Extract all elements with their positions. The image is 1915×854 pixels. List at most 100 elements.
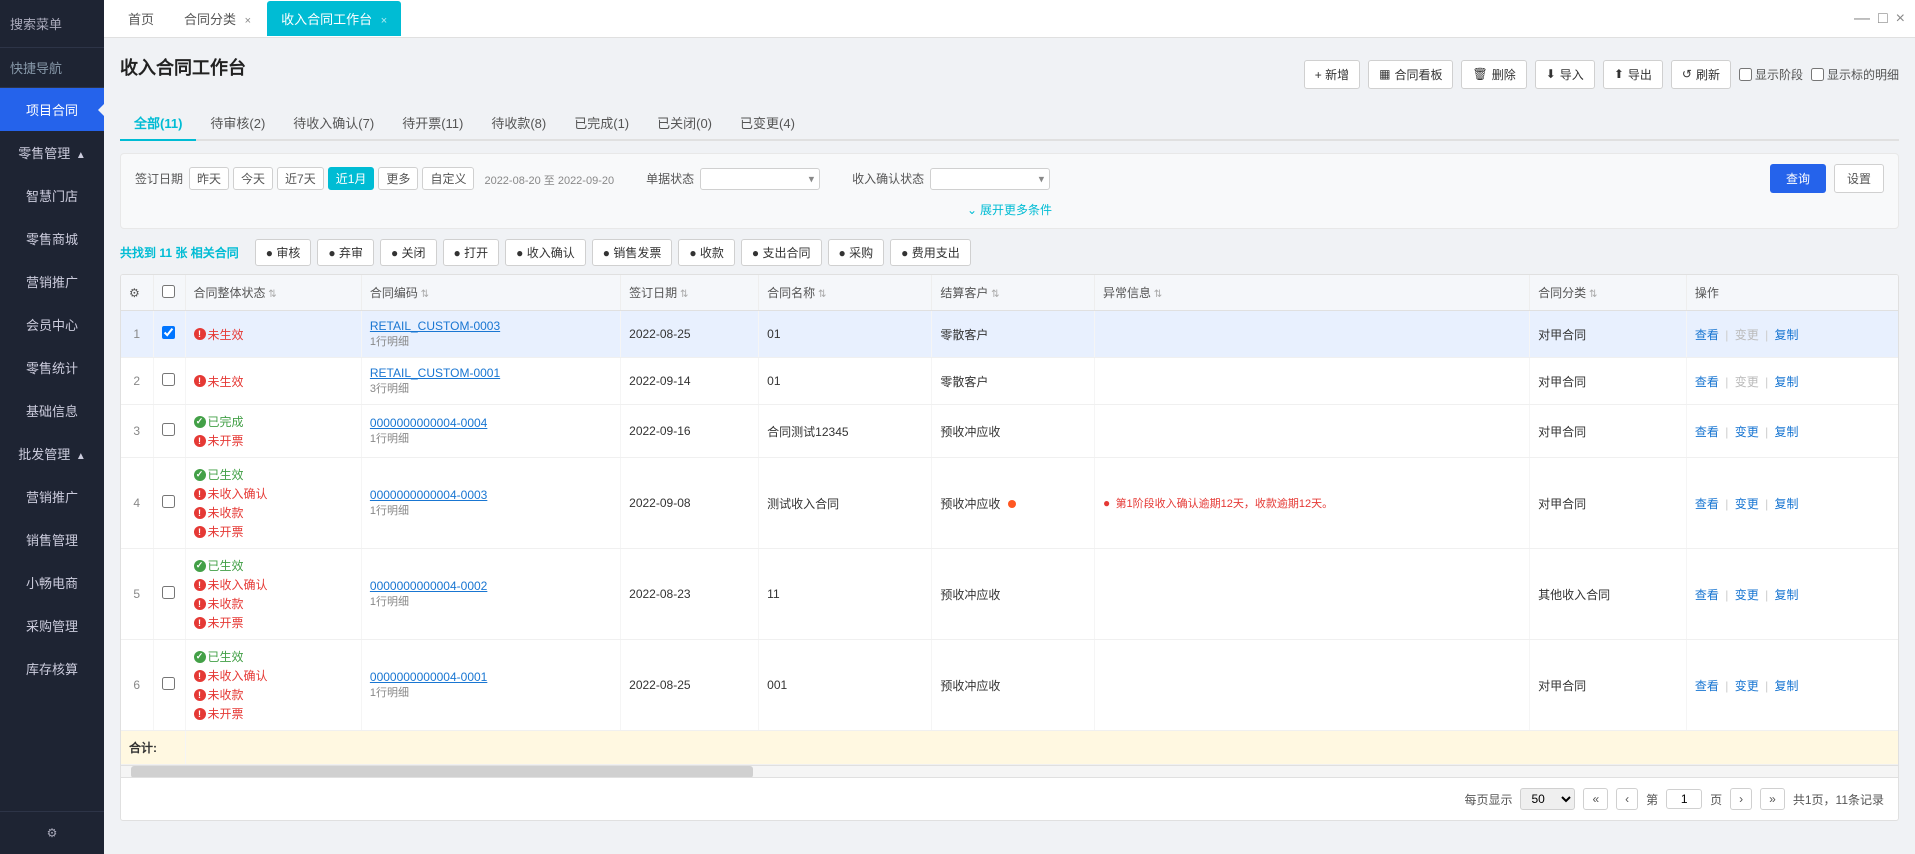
last-page-button[interactable]: » [1760, 788, 1785, 810]
edit-button[interactable]: 变更 [1735, 425, 1759, 439]
edit-button[interactable]: 变更 [1735, 497, 1759, 511]
new-button[interactable]: + 新增 [1304, 60, 1360, 89]
view-button[interactable]: 查看 [1695, 679, 1719, 693]
copy-button[interactable]: 复制 [1775, 375, 1799, 389]
kanban-button[interactable]: ▦ 合同看板 [1368, 60, 1453, 89]
set-button[interactable]: 设置 [1834, 164, 1884, 193]
query-button[interactable]: 查询 [1770, 164, 1826, 193]
prev-page-button[interactable]: ‹ [1616, 788, 1638, 810]
row-checkbox[interactable] [153, 405, 185, 458]
expand-filter-button[interactable]: ⌄ 展开更多条件 [967, 201, 1052, 218]
sidebar-item-inventory[interactable]: 库存核算 [0, 647, 104, 690]
sidebar-item-marketing2[interactable]: 营销推广 [0, 475, 104, 518]
edit-button[interactable]: 变更 [1735, 328, 1759, 342]
copy-button[interactable]: 复制 [1775, 497, 1799, 511]
date-yesterday[interactable]: 昨天 [189, 167, 229, 190]
export-button[interactable]: ⬆ 导出 [1603, 60, 1663, 89]
first-page-button[interactable]: « [1583, 788, 1608, 810]
row-checkbox[interactable] [153, 458, 185, 549]
expense-out-button[interactable]: ● 费用支出 [890, 239, 971, 266]
status-tab-closed[interactable]: 已关闭(0) [643, 106, 726, 141]
review-button[interactable]: ● 审核 [255, 239, 312, 266]
status-tab-review[interactable]: 待审核(2) [196, 106, 279, 141]
edit-button[interactable]: 变更 [1735, 375, 1759, 389]
delete-button[interactable]: 🗑 删除 [1461, 60, 1526, 89]
row-checkbox[interactable] [153, 311, 185, 358]
copy-button[interactable]: 复制 [1775, 425, 1799, 439]
sidebar-item-retail-stats[interactable]: 零售统计 [0, 346, 104, 389]
page-input[interactable] [1666, 789, 1702, 809]
minimize-button[interactable]: — [1854, 10, 1870, 28]
maximize-button[interactable]: □ [1878, 10, 1888, 28]
select-all-checkbox[interactable] [162, 285, 175, 298]
close-contract-button[interactable]: ● 关闭 [380, 239, 437, 266]
status-tab-confirm[interactable]: 待收入确认(7) [279, 106, 388, 141]
tab-home[interactable]: 首页 [114, 1, 168, 36]
copy-button[interactable]: 复制 [1775, 328, 1799, 342]
import-button[interactable]: ⬇ 导入 [1535, 60, 1595, 89]
col-customer[interactable]: 结算客户 [932, 275, 1095, 311]
edit-button[interactable]: 变更 [1735, 679, 1759, 693]
row-checkbox[interactable] [153, 640, 185, 731]
tab-close-income[interactable]: × [381, 15, 387, 27]
scrollbar-thumb[interactable] [131, 766, 753, 777]
tab-close-category[interactable]: × [245, 15, 251, 27]
sidebar-item-marketing1[interactable]: 营销推广 [0, 260, 104, 303]
copy-button[interactable]: 复制 [1775, 588, 1799, 602]
sidebar-item-basic-info[interactable]: 基础信息 [0, 389, 104, 432]
sidebar-item-wholesale-mgmt[interactable]: 批发管理 ▲ [0, 432, 104, 475]
date-more[interactable]: 更多 [378, 167, 418, 190]
sidebar-item-smart-store[interactable]: 智慧门店 [0, 174, 104, 217]
sidebar-item-contract[interactable]: 项目合同 [0, 88, 104, 131]
row-checkbox[interactable] [153, 549, 185, 640]
date-7days[interactable]: 近7天 [277, 167, 324, 190]
next-page-button[interactable]: › [1730, 788, 1752, 810]
income-confirm-select[interactable] [930, 168, 1050, 190]
sidebar-item-retail-mgmt[interactable]: 零售管理 ▲ [0, 131, 104, 174]
contract-code-link[interactable]: 0000000000004-0003 [370, 488, 612, 502]
date-today[interactable]: 今天 [233, 167, 273, 190]
col-date[interactable]: 签订日期 [621, 275, 759, 311]
payment-button[interactable]: ● 收款 [678, 239, 735, 266]
abandon-review-button[interactable]: ● 弃审 [317, 239, 374, 266]
contract-code-link[interactable]: 0000000000004-0004 [370, 416, 612, 430]
status-tab-payment[interactable]: 待收款(8) [477, 106, 560, 141]
doc-status-select[interactable] [700, 168, 820, 190]
horizontal-scrollbar[interactable] [121, 765, 1898, 777]
copy-button[interactable]: 复制 [1775, 679, 1799, 693]
sidebar-item-retail-mall[interactable]: 零售商城 [0, 217, 104, 260]
status-tab-changed[interactable]: 已变更(4) [726, 106, 809, 141]
sidebar-item-member[interactable]: 会员中心 [0, 303, 104, 346]
page-size-select[interactable]: 50 10 20 100 [1520, 788, 1575, 810]
show-stage-checkbox[interactable]: 显示阶段 [1739, 66, 1803, 83]
show-stage-input[interactable] [1739, 68, 1752, 81]
edit-button[interactable]: 变更 [1735, 588, 1759, 602]
sidebar-search[interactable]: 搜索菜单 [0, 0, 104, 48]
date-1month[interactable]: 近1月 [328, 167, 375, 190]
open-contract-button[interactable]: ● 打开 [443, 239, 500, 266]
close-button[interactable]: × [1896, 10, 1905, 28]
status-tab-invoice[interactable]: 待开票(11) [388, 106, 477, 141]
contract-code-link[interactable]: RETAIL_CUSTOM-0001 [370, 366, 612, 380]
sidebar-item-purchase[interactable]: 采购管理 [0, 604, 104, 647]
col-category[interactable]: 合同分类 [1530, 275, 1687, 311]
sales-invoice-button[interactable]: ● 销售发票 [592, 239, 673, 266]
row-checkbox[interactable] [153, 358, 185, 405]
status-tab-completed[interactable]: 已完成(1) [560, 106, 643, 141]
status-tab-all[interactable]: 全部(11) [120, 106, 196, 141]
refresh-button[interactable]: ↺ 刷新 [1671, 60, 1731, 89]
expense-contract-button[interactable]: ● 支出合同 [741, 239, 822, 266]
sidebar-settings[interactable]: ⚙ [0, 811, 104, 854]
col-setting[interactable]: ⚙ [121, 275, 153, 311]
view-button[interactable]: 查看 [1695, 588, 1719, 602]
date-custom[interactable]: 自定义 [422, 167, 474, 190]
income-confirm-button[interactable]: ● 收入确认 [505, 239, 586, 266]
view-button[interactable]: 查看 [1695, 328, 1719, 342]
contract-code-link[interactable]: 0000000000004-0002 [370, 579, 612, 593]
tab-income-contract[interactable]: 收入合同工作台 × [267, 1, 401, 36]
tab-contract-category[interactable]: 合同分类 × [170, 1, 265, 36]
purchase-button[interactable]: ● 采购 [828, 239, 885, 266]
sidebar-item-ecommerce[interactable]: 小畅电商 [0, 561, 104, 604]
view-button[interactable]: 查看 [1695, 497, 1719, 511]
sidebar-quick-nav[interactable]: 快捷导航 [0, 48, 104, 88]
